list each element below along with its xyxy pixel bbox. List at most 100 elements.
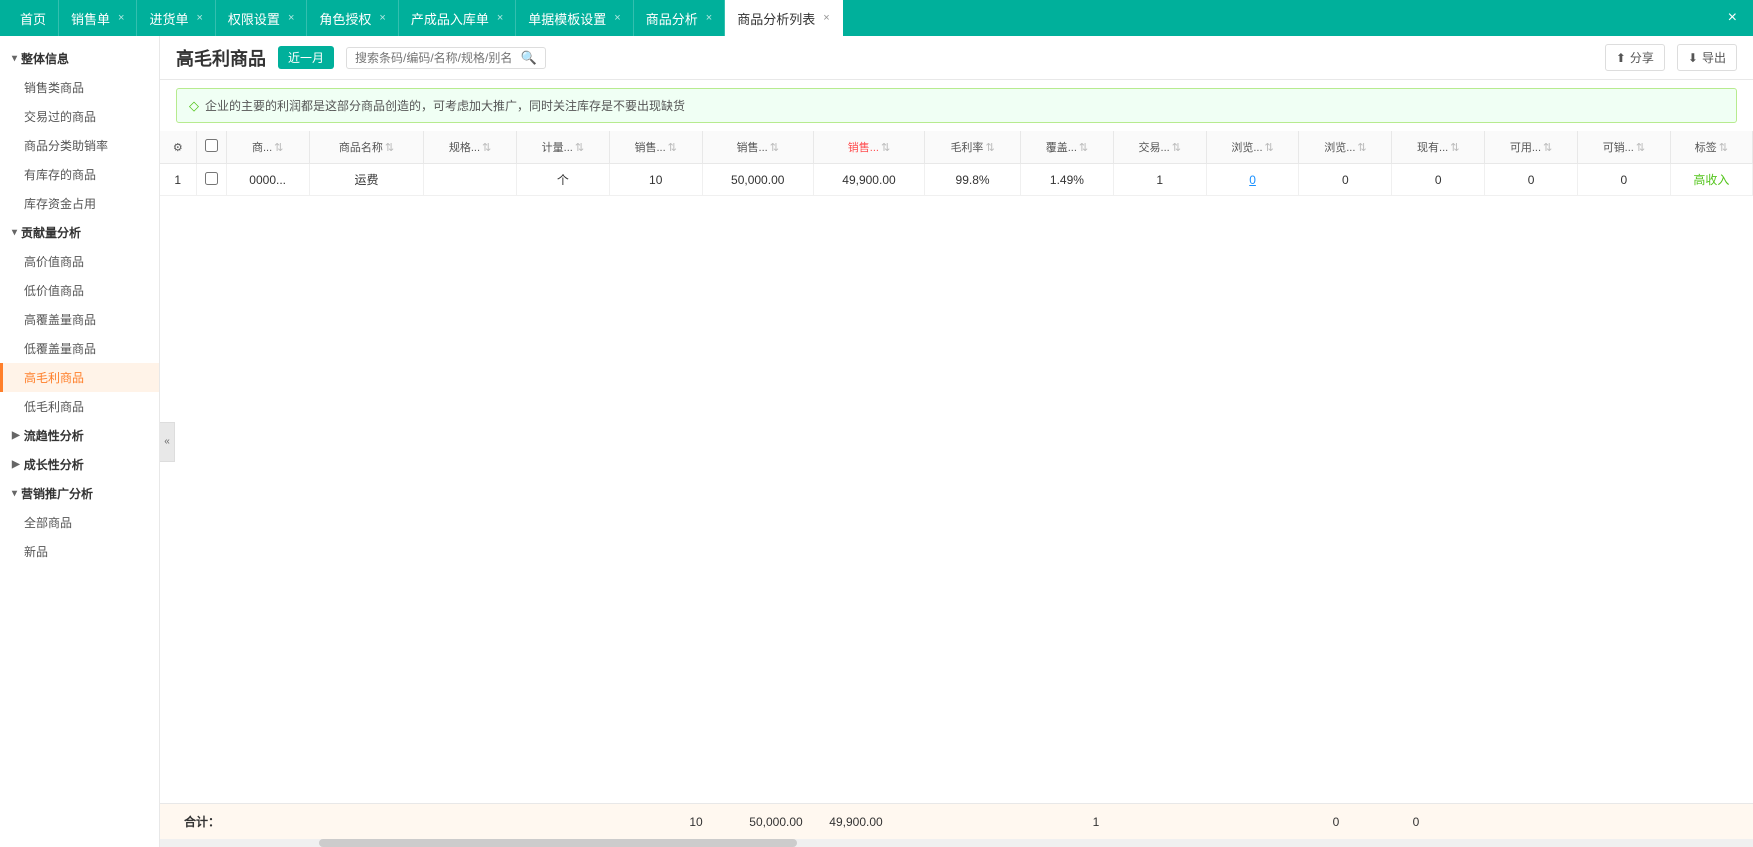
footer-sales-amount: 50,000.00	[736, 815, 816, 829]
col-code[interactable]: 商...⇅	[226, 131, 309, 164]
close-product-analysis-tab[interactable]: ×	[706, 12, 712, 24]
col-sales-cost[interactable]: 销售...⇅	[813, 131, 924, 164]
sidebar-item-new-goods[interactable]: 新品	[0, 537, 159, 566]
nav-template[interactable]: 单据模板设置 ×	[516, 0, 633, 36]
row-checkbox[interactable]	[205, 172, 218, 185]
cell-sellable-stock: 0	[1577, 164, 1670, 196]
col-unit[interactable]: 计量...⇅	[516, 131, 609, 164]
info-icon: ◇	[189, 98, 199, 114]
close-sales-tab[interactable]: ×	[118, 12, 124, 24]
search-icon[interactable]: 🔍	[521, 50, 537, 66]
footer-sales-qty: 10	[656, 815, 736, 829]
col-settings[interactable]: ⚙	[160, 131, 196, 164]
sidebar-group-marketing[interactable]: ▾ 营销推广分析	[0, 479, 159, 508]
sidebar-item-high-value[interactable]: 高价值商品	[0, 247, 159, 276]
cell-transaction: 1	[1113, 164, 1206, 196]
cell-code: 0000...	[226, 164, 309, 196]
cell-unit: 个	[516, 164, 609, 196]
footer-label: 合计：	[176, 813, 316, 830]
content-area: « 高毛利商品 近一月 🔍 ⬆ 分享 ⬇ 导出 ◇ 企业的主要的利润都是这部分商…	[160, 36, 1753, 847]
close-role-tab[interactable]: ×	[379, 12, 385, 24]
sidebar-item-category-rate[interactable]: 商品分类助销率	[0, 131, 159, 160]
cell-gross-margin: 99.8%	[925, 164, 1021, 196]
share-icon: ⬆	[1616, 51, 1626, 65]
arrow-contribution: ▾	[12, 227, 17, 238]
close-inbound-tab[interactable]: ×	[497, 12, 503, 24]
nav-product-analysis-list[interactable]: 商品分析列表 ×	[725, 0, 842, 36]
sidebar-item-stock-capital[interactable]: 库存资金占用	[0, 189, 159, 218]
sidebar-group-overall[interactable]: ▾ 整体信息	[0, 44, 159, 73]
sidebar-item-traded-goods[interactable]: 交易过的商品	[0, 102, 159, 131]
sidebar-item-low-value[interactable]: 低价值商品	[0, 276, 159, 305]
col-tag[interactable]: 标签⇅	[1670, 131, 1752, 164]
col-name[interactable]: 商品名称⇅	[309, 131, 423, 164]
arrow-marketing: ▾	[12, 488, 17, 499]
col-sales-qty[interactable]: 销售...⇅	[609, 131, 702, 164]
select-all-checkbox[interactable]	[205, 139, 218, 152]
col-sales-amount[interactable]: 销售...⇅	[702, 131, 813, 164]
search-input[interactable]	[355, 51, 521, 65]
page-title: 高毛利商品	[176, 45, 266, 71]
cell-sales-amount: 50,000.00	[702, 164, 813, 196]
nav-permission[interactable]: 权限设置 ×	[216, 0, 307, 36]
search-box: 🔍	[346, 47, 546, 69]
nav-inbound[interactable]: 产成品入库单 ×	[399, 0, 516, 36]
table-header-row: ⚙ 商...⇅ 商品名称⇅ 规格...⇅ 计量...⇅ 销售...⇅ 销售...…	[160, 131, 1753, 164]
cell-view2: 0	[1299, 164, 1392, 196]
cell-index: 1	[160, 164, 196, 196]
horizontal-scrollbar[interactable]	[160, 839, 1753, 847]
col-spec[interactable]: 规格...⇅	[424, 131, 517, 164]
settings-icon[interactable]: ⚙	[173, 142, 183, 154]
close-window-button[interactable]: ×	[1720, 9, 1745, 27]
footer-transaction: 1	[1056, 815, 1136, 829]
col-view1[interactable]: 浏览...⇅	[1206, 131, 1299, 164]
close-product-analysis-list-tab[interactable]: ×	[823, 12, 829, 24]
col-current-stock[interactable]: 现有...⇅	[1392, 131, 1485, 164]
nav-purchase[interactable]: 进货单 ×	[137, 0, 215, 36]
share-button[interactable]: ⬆ 分享	[1605, 44, 1665, 71]
sidebar-group-contribution[interactable]: ▾ 贡献量分析	[0, 218, 159, 247]
footer-total-row: 合计： 10 50,000.00 49,900.00 1 0 0	[160, 803, 1753, 839]
cell-view1[interactable]: 0	[1206, 164, 1299, 196]
col-transaction[interactable]: 交易...⇅	[1113, 131, 1206, 164]
scrollbar-thumb[interactable]	[319, 839, 797, 847]
cell-name: 运费	[309, 164, 423, 196]
data-table: ⚙ 商...⇅ 商品名称⇅ 规格...⇅ 计量...⇅ 销售...⇅ 销售...…	[160, 131, 1753, 196]
nav-home[interactable]: 首页	[8, 0, 59, 36]
export-button[interactable]: ⬇ 导出	[1677, 44, 1737, 71]
nav-sales[interactable]: 销售单 ×	[59, 0, 137, 36]
cell-checkbox[interactable]	[196, 164, 226, 196]
filter-recent-month-button[interactable]: 近一月	[278, 46, 334, 69]
nav-product-analysis[interactable]: 商品分析 ×	[634, 0, 725, 36]
cell-tag: 高收入	[1670, 164, 1752, 196]
sidebar-item-high-coverage[interactable]: 高覆盖量商品	[0, 305, 159, 334]
sidebar-item-low-margin[interactable]: 低毛利商品	[0, 392, 159, 421]
sidebar-group-trend[interactable]: ▶ 流趋性分析	[0, 421, 159, 450]
col-checkbox[interactable]	[196, 131, 226, 164]
footer-current-stock: 0	[1296, 815, 1376, 829]
nav-role[interactable]: 角色授权 ×	[307, 0, 398, 36]
sidebar-group-growth[interactable]: ▶ 成长性分析	[0, 450, 159, 479]
cell-spec	[424, 164, 517, 196]
sidebar-item-low-coverage[interactable]: 低覆盖量商品	[0, 334, 159, 363]
cell-coverage: 1.49%	[1021, 164, 1114, 196]
sidebar-item-in-stock[interactable]: 有库存的商品	[0, 160, 159, 189]
col-available-stock[interactable]: 可用...⇅	[1485, 131, 1578, 164]
arrow-overall: ▾	[12, 53, 17, 64]
sidebar-collapse-button[interactable]: «	[160, 422, 175, 462]
col-view2[interactable]: 浏览...⇅	[1299, 131, 1392, 164]
cell-sales-qty: 10	[609, 164, 702, 196]
close-permission-tab[interactable]: ×	[288, 12, 294, 24]
close-purchase-tab[interactable]: ×	[196, 12, 202, 24]
col-coverage[interactable]: 覆盖...⇅	[1021, 131, 1114, 164]
cell-sales-cost: 49,900.00	[813, 164, 924, 196]
col-sellable-stock[interactable]: 可销...⇅	[1577, 131, 1670, 164]
col-gross-margin[interactable]: 毛利率⇅	[925, 131, 1021, 164]
sidebar-item-all-goods[interactable]: 全部商品	[0, 508, 159, 537]
cell-available-stock: 0	[1485, 164, 1578, 196]
sidebar-item-sales-goods[interactable]: 销售类商品	[0, 73, 159, 102]
sidebar-item-high-margin[interactable]: 高毛利商品	[0, 363, 159, 392]
close-template-tab[interactable]: ×	[614, 12, 620, 24]
top-nav: 首页 销售单 × 进货单 × 权限设置 × 角色授权 × 产成品入库单 × 单据…	[0, 0, 1753, 36]
table-container[interactable]: ⚙ 商...⇅ 商品名称⇅ 规格...⇅ 计量...⇅ 销售...⇅ 销售...…	[160, 131, 1753, 803]
